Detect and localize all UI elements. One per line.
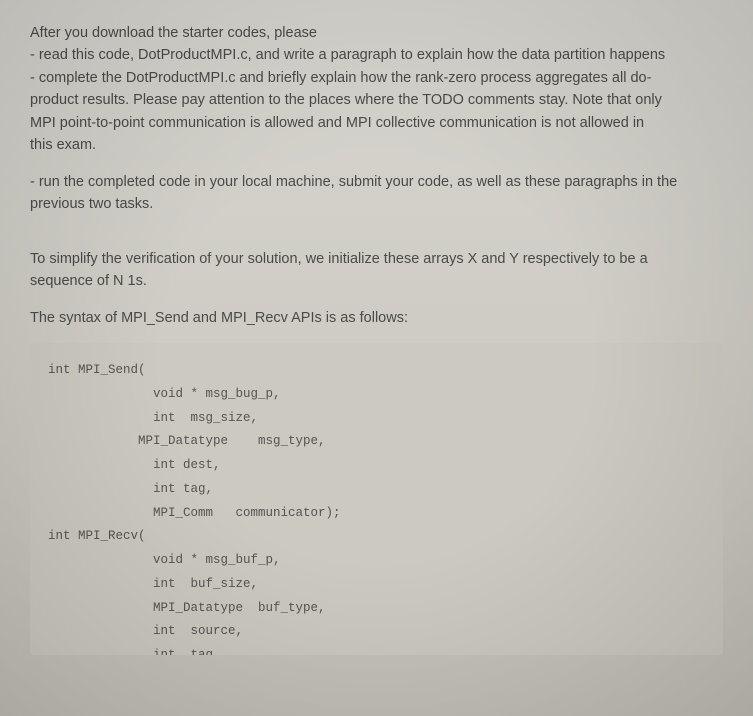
document-content: After you download the starter codes, pl… — [0, 0, 753, 655]
bullet-run-l1: - run the completed code in your local m… — [30, 171, 723, 193]
code-line-7: MPI_Comm communicator); — [48, 502, 705, 526]
bullet-complete-l2: product results. Please pay attention to… — [30, 89, 723, 111]
code-line-4: MPI_Datatype msg_type, — [48, 430, 705, 454]
bullet-read-code: - read this code, DotProductMPI.c, and w… — [30, 44, 723, 66]
bullet-complete-l4: this exam. — [30, 134, 723, 156]
code-line-10: int buf_size, — [48, 573, 705, 597]
code-line-13: int tag, — [48, 644, 705, 655]
code-line-9: void * msg_buf_p, — [48, 549, 705, 573]
code-line-12: int source, — [48, 620, 705, 644]
simplify-paragraph: To simplify the verification of your sol… — [30, 248, 723, 293]
code-line-2: void * msg_bug_p, — [48, 383, 705, 407]
bullet-complete-l1: - complete the DotProductMPI.c and brief… — [30, 67, 723, 89]
run-paragraph: - run the completed code in your local m… — [30, 171, 723, 216]
syntax-intro: The syntax of MPI_Send and MPI_Recv APIs… — [30, 307, 723, 329]
code-line-5: int dest, — [48, 454, 705, 478]
code-block: int MPI_Send( void * msg_bug_p, int msg_… — [30, 343, 723, 655]
code-line-1: int MPI_Send( — [48, 359, 705, 383]
simplify-l1: To simplify the verification of your sol… — [30, 248, 723, 270]
intro-paragraph: After you download the starter codes, pl… — [30, 22, 723, 157]
bullet-run-l2: previous two tasks. — [30, 193, 723, 215]
code-line-8: int MPI_Recv( — [48, 525, 705, 549]
bullet-complete-l3: MPI point-to-point communication is allo… — [30, 112, 723, 134]
code-line-3: int msg_size, — [48, 407, 705, 431]
code-line-6: int tag, — [48, 478, 705, 502]
intro-lead: After you download the starter codes, pl… — [30, 22, 723, 44]
code-line-11: MPI_Datatype buf_type, — [48, 597, 705, 621]
simplify-l2: sequence of N 1s. — [30, 270, 723, 292]
